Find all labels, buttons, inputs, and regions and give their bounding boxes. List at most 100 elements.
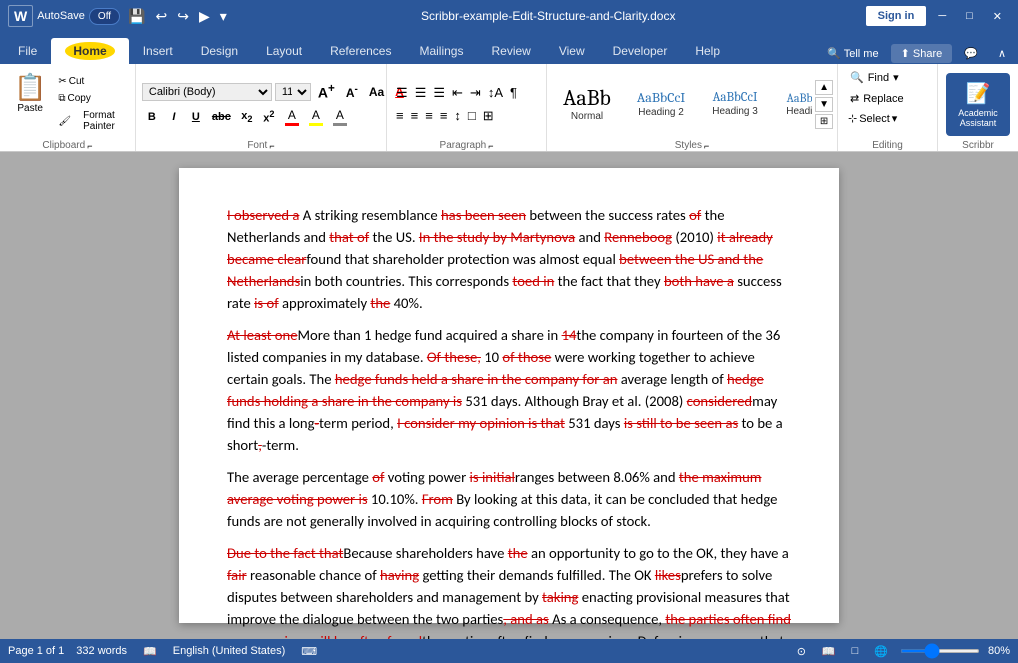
zoom-slider[interactable]	[900, 649, 980, 653]
bullets-button[interactable]: ☰	[393, 83, 411, 103]
copy-button[interactable]: ⧉ Copy	[54, 91, 129, 106]
title-bar-right: Sign in ─ □ ✕	[866, 6, 1010, 27]
format-painter-button[interactable]: 🖌 Format Painter	[54, 108, 129, 134]
align-right-button[interactable]: ≡	[422, 106, 436, 126]
redo-button[interactable]: ↪	[173, 6, 193, 27]
tab-file[interactable]: File	[4, 38, 51, 64]
font-label-row: Font ⌐	[142, 140, 380, 151]
scribbr-label: Scribbr	[962, 140, 994, 151]
increase-indent-button[interactable]: ⇥	[467, 83, 484, 103]
change-case-button[interactable]: Aa	[365, 83, 388, 101]
show-hide-button[interactable]: ¶	[507, 83, 520, 103]
para-row-2: ≡ ≡ ≡ ≡ ↕ □ ⊞	[393, 106, 520, 126]
close-button[interactable]: ✕	[985, 6, 1010, 27]
tab-insert[interactable]: Insert	[129, 38, 187, 64]
quick-access: 💾 ↩ ↪ ▶ ▾	[124, 6, 231, 27]
font-size-select[interactable]: 11	[275, 83, 311, 101]
justify-button[interactable]: ≡	[437, 106, 451, 126]
web-layout-button[interactable]: 🌐	[870, 643, 892, 660]
paragraph-2: At least oneMore than 1 hedge fund acqui…	[227, 324, 791, 456]
document-area: I observed a A striking resemblance has …	[0, 152, 1018, 639]
tab-mailings[interactable]: Mailings	[405, 38, 477, 64]
status-left: Page 1 of 1 332 words 📖 English (United …	[8, 643, 321, 660]
highlight-button[interactable]: A	[305, 106, 327, 128]
language-button[interactable]: ⌨	[297, 643, 321, 660]
share-button[interactable]: ⬆ Share	[891, 44, 953, 63]
font-color-button[interactable]: A	[281, 106, 303, 128]
underline-button[interactable]: U	[186, 109, 206, 125]
tab-layout[interactable]: Layout	[252, 38, 316, 64]
format-row: B I U abc x2 x2 A A A	[142, 106, 408, 128]
styles-more[interactable]: ⊞	[815, 114, 833, 129]
cut-button[interactable]: ✂ Cut	[54, 74, 129, 89]
borders-button[interactable]: ⊞	[480, 106, 497, 126]
font-expand-button[interactable]: ⌐	[269, 141, 274, 151]
style-heading4[interactable]: AaBbCcD Heading 4	[773, 88, 812, 121]
tab-design[interactable]: Design	[187, 38, 252, 64]
numbering-button[interactable]: ☰	[412, 83, 430, 103]
tab-home[interactable]: Home	[51, 38, 128, 64]
tab-view[interactable]: View	[545, 38, 599, 64]
focus-button[interactable]: ⊙	[793, 643, 810, 660]
tab-review[interactable]: Review	[477, 38, 544, 64]
italic-button[interactable]: I	[164, 109, 184, 125]
multilevel-button[interactable]: ☰	[430, 83, 448, 103]
play-button[interactable]: ▶	[195, 6, 214, 27]
style-normal[interactable]: AaBb Normal	[551, 83, 623, 126]
clipboard-expand-button[interactable]: ⌐	[87, 141, 92, 151]
find-arrow-icon: ▾	[893, 71, 899, 84]
select-button[interactable]: ⊹ Select ▾	[844, 110, 901, 127]
line-spacing-button[interactable]: ↕	[451, 106, 464, 126]
grow-font-button[interactable]: A+	[314, 80, 339, 103]
clipboard-content: 📋 Paste ✂ Cut ⧉ Copy 🖌 Format Painter	[6, 68, 129, 140]
scribbr-section: 📝 AcademicAssistant Scribbr	[938, 64, 1018, 151]
find-button[interactable]: 🔍 Find ▾	[844, 68, 905, 87]
style-heading3[interactable]: AaBbCcI Heading 3	[699, 87, 771, 121]
replace-button[interactable]: ⇄ Replace	[844, 89, 910, 108]
undo-button[interactable]: ↩	[152, 6, 172, 27]
search-button[interactable]: 🔍 Tell me	[819, 43, 886, 64]
ribbon: 📋 Paste ✂ Cut ⧉ Copy 🖌 Format Painter Cl…	[0, 64, 1018, 152]
paste-icon: 📋	[14, 72, 46, 103]
superscript-button[interactable]: x2	[259, 107, 279, 127]
read-mode-button[interactable]: 📖	[818, 643, 840, 660]
font-name-select[interactable]: Calibri (Body)	[142, 83, 272, 101]
styles-expand-button[interactable]: ⌐	[704, 141, 709, 151]
select-arrow-icon: ▾	[892, 112, 898, 125]
find-icon: 🔍	[850, 71, 864, 84]
align-center-button[interactable]: ≡	[408, 106, 422, 126]
ribbon-collapse-button[interactable]: ∧	[990, 43, 1014, 64]
shrink-font-button[interactable]: A-	[342, 82, 362, 102]
restore-button[interactable]: □	[958, 6, 981, 26]
styles-scroll-down[interactable]: ▼	[815, 97, 833, 112]
academic-assistant-button[interactable]: 📝 AcademicAssistant	[946, 73, 1010, 136]
print-layout-button[interactable]: □	[848, 643, 863, 659]
shading-para-button[interactable]: □	[465, 106, 479, 126]
autosave-toggle[interactable]: Off	[89, 8, 120, 25]
comments-button[interactable]: 💬	[956, 43, 986, 64]
editing-label-row: Editing	[844, 140, 931, 151]
proofing-button[interactable]: 📖	[139, 643, 161, 660]
style-heading2[interactable]: AaBbCcI Heading 2	[625, 87, 697, 122]
font-content: Calibri (Body) 11 A+ A- Aa A B I U abc x…	[142, 68, 380, 140]
sort-button[interactable]: ↕A	[485, 83, 506, 103]
decrease-indent-button[interactable]: ⇤	[449, 83, 466, 103]
align-left-button[interactable]: ≡	[393, 106, 407, 126]
document-page: I observed a A striking resemblance has …	[179, 168, 839, 623]
bold-button[interactable]: B	[142, 109, 162, 125]
styles-scroll: ▲ ▼ ⊞	[815, 80, 833, 129]
subscript-button[interactable]: x2	[237, 108, 257, 126]
strikethrough-button[interactable]: abc	[208, 109, 235, 125]
styles-gallery: AaBb Normal AaBbCcI Heading 2 AaBbCcI He…	[551, 68, 812, 140]
minimize-button[interactable]: ─	[930, 6, 954, 26]
tab-developer[interactable]: Developer	[599, 38, 682, 64]
tab-help[interactable]: Help	[681, 38, 734, 64]
styles-scroll-up[interactable]: ▲	[815, 80, 833, 95]
shading-button[interactable]: A	[329, 106, 351, 128]
more-commands-button[interactable]: ▾	[216, 6, 231, 27]
tab-references[interactable]: References	[316, 38, 405, 64]
sign-in-button[interactable]: Sign in	[866, 6, 927, 26]
paragraph-expand-button[interactable]: ⌐	[488, 141, 493, 151]
save-button[interactable]: 💾	[124, 6, 149, 27]
paste-button[interactable]: 📋 Paste	[6, 68, 54, 140]
